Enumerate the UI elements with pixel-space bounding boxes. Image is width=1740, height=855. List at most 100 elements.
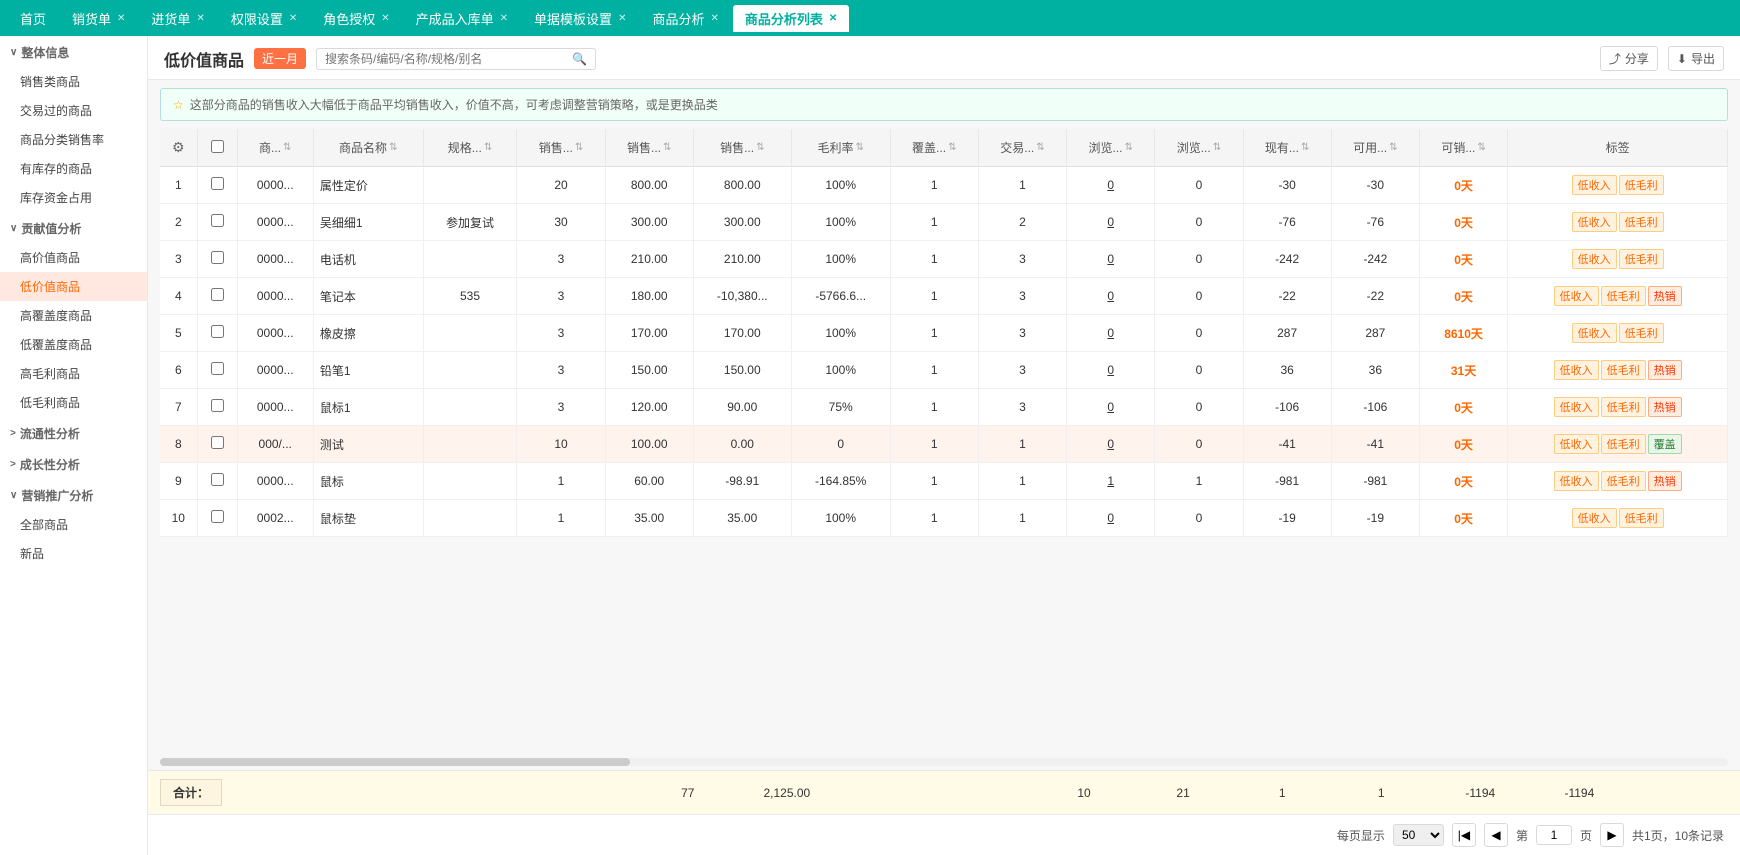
nav-item-权限设置[interactable]: 权限设置✕ bbox=[219, 5, 309, 32]
views1-link[interactable]: 0 bbox=[1107, 215, 1114, 229]
notice-bar: ☆ 这部分商品的销售收入大幅低于商品平均销售收入，价值不高，可考虑调整营销策略，… bbox=[160, 88, 1728, 121]
col-views2-sort[interactable]: 浏览...⇅ bbox=[1177, 139, 1221, 156]
nav-item-商品分析[interactable]: 商品分析✕ bbox=[640, 5, 730, 32]
col-code-sort[interactable]: 商...⇅ bbox=[259, 139, 291, 156]
row-checkbox[interactable] bbox=[211, 362, 224, 375]
sidebar-group-整体信息[interactable]: ∨整体信息 bbox=[0, 36, 147, 67]
next-page-button[interactable]: ▶ bbox=[1600, 823, 1624, 847]
row-checkbox[interactable] bbox=[211, 214, 224, 227]
col-available: 可用...⇅ bbox=[1331, 129, 1419, 167]
select-all-checkbox[interactable] bbox=[211, 140, 224, 153]
sidebar-item-交易过的商品[interactable]: 交易过的商品 bbox=[0, 96, 147, 125]
views1-link[interactable]: 1 bbox=[1107, 474, 1114, 488]
sidebar-item-高覆盖度商品[interactable]: 高覆盖度商品 bbox=[0, 301, 147, 330]
nav-close-权限设置[interactable]: ✕ bbox=[289, 13, 297, 24]
cell-coverage: 1 bbox=[890, 352, 978, 389]
page-size-select[interactable]: 50 100 200 bbox=[1393, 824, 1444, 846]
table-row: 70000...鼠标13120.0090.0075%1300-106-1060天… bbox=[160, 389, 1728, 426]
col-sales-qty: 销售...⇅ bbox=[517, 129, 605, 167]
row-checkbox[interactable] bbox=[211, 399, 224, 412]
row-checkbox[interactable] bbox=[211, 510, 224, 523]
share-label: 分享 bbox=[1625, 50, 1649, 67]
sidebar-item-高价值商品[interactable]: 高价值商品 bbox=[0, 243, 147, 272]
nav-close-商品分析列表[interactable]: ✕ bbox=[829, 13, 837, 24]
views1-link[interactable]: 0 bbox=[1107, 252, 1114, 266]
sidebar-item-全部商品[interactable]: 全部商品 bbox=[0, 510, 147, 539]
cell-available: -22 bbox=[1331, 278, 1419, 315]
nav-item-销货单[interactable]: 销货单✕ bbox=[60, 5, 137, 32]
horizontal-scrollbar[interactable] bbox=[160, 758, 1728, 766]
sidebar-item-库存资金占用[interactable]: 库存资金占用 bbox=[0, 183, 147, 212]
views1-link[interactable]: 0 bbox=[1107, 511, 1114, 525]
sidebar-item-销售类商品[interactable]: 销售类商品 bbox=[0, 67, 147, 96]
row-checkbox[interactable] bbox=[211, 251, 224, 264]
nav-item-产成品入库单[interactable]: 产成品入库单✕ bbox=[404, 5, 520, 32]
nav-close-产成品入库单[interactable]: ✕ bbox=[500, 13, 508, 24]
period-tag-button[interactable]: 近一月 bbox=[254, 48, 306, 69]
sidebar-item-新品[interactable]: 新品 bbox=[0, 539, 147, 568]
col-spec-sort[interactable]: 规格...⇅ bbox=[448, 139, 492, 156]
export-button[interactable]: ⬇ 导出 bbox=[1668, 46, 1724, 71]
sidebar-item-有库存的商品[interactable]: 有库存的商品 bbox=[0, 154, 147, 183]
views1-link[interactable]: 0 bbox=[1107, 178, 1114, 192]
views1-link[interactable]: 0 bbox=[1107, 437, 1114, 451]
nav-item-商品分析列表[interactable]: 商品分析列表✕ bbox=[733, 5, 849, 32]
sidebar-group-成长性分析[interactable]: >成长性分析 bbox=[0, 448, 147, 479]
sidebar-group-流通性分析[interactable]: >流通性分析 bbox=[0, 417, 147, 448]
sidebar-item-商品分类销售率[interactable]: 商品分类销售率 bbox=[0, 125, 147, 154]
col-margin-sort[interactable]: 毛利率⇅ bbox=[817, 139, 863, 156]
views1-link[interactable]: 0 bbox=[1107, 400, 1114, 414]
page-number-input[interactable] bbox=[1536, 825, 1572, 845]
nav-close-角色授权[interactable]: ✕ bbox=[381, 13, 389, 24]
views1-link[interactable]: 0 bbox=[1107, 326, 1114, 340]
cell-spec bbox=[423, 241, 517, 278]
sidebar-item-低价值商品[interactable]: 低价值商品 bbox=[0, 272, 147, 301]
nav-item-进货单[interactable]: 进货单✕ bbox=[139, 5, 216, 32]
tag-label: 低毛利 bbox=[1619, 212, 1664, 232]
row-checkbox[interactable] bbox=[211, 473, 224, 486]
col-coverage-sort[interactable]: 覆盖...⇅ bbox=[912, 139, 956, 156]
col-stock-sort[interactable]: 现有...⇅ bbox=[1265, 139, 1309, 156]
cell-checkbox bbox=[197, 463, 237, 500]
row-checkbox[interactable] bbox=[211, 325, 224, 338]
nav-close-商品分析[interactable]: ✕ bbox=[710, 13, 718, 24]
sidebar-group-贡献值分析[interactable]: ∨贡献值分析 bbox=[0, 212, 147, 243]
col-salesamt-sort[interactable]: 销售...⇅ bbox=[627, 139, 671, 156]
nav-item-单据模板设置[interactable]: 单据模板设置✕ bbox=[522, 5, 638, 32]
row-checkbox[interactable] bbox=[211, 288, 224, 301]
sidebar-item-高毛利商品[interactable]: 高毛利商品 bbox=[0, 359, 147, 388]
col-salesavg-sort[interactable]: 销售...⇅ bbox=[720, 139, 764, 156]
search-icon[interactable]: 🔍 bbox=[572, 52, 587, 66]
nav-item-角色授权[interactable]: 角色授权✕ bbox=[311, 5, 401, 32]
row-checkbox[interactable] bbox=[211, 436, 224, 449]
nav-close-进货单[interactable]: ✕ bbox=[196, 13, 204, 24]
cell-transactions: 3 bbox=[978, 389, 1066, 426]
row-checkbox[interactable] bbox=[211, 177, 224, 190]
first-page-button[interactable]: |◀ bbox=[1452, 823, 1476, 847]
cell-coverage: 1 bbox=[890, 500, 978, 537]
col-settings[interactable]: ⚙ bbox=[160, 129, 197, 167]
sidebar-item-低覆盖度商品[interactable]: 低覆盖度商品 bbox=[0, 330, 147, 359]
search-input[interactable] bbox=[325, 52, 572, 66]
share-button[interactable]: ⤴ 分享 bbox=[1600, 46, 1658, 71]
sidebar-item-低毛利商品[interactable]: 低毛利商品 bbox=[0, 388, 147, 417]
nav-item-首页[interactable]: 首页 bbox=[8, 5, 58, 32]
prev-page-button[interactable]: ◀ bbox=[1484, 823, 1508, 847]
views1-link[interactable]: 0 bbox=[1107, 289, 1114, 303]
col-views1-sort[interactable]: 浏览...⇅ bbox=[1088, 139, 1132, 156]
col-name-sort[interactable]: 商品名称⇅ bbox=[339, 139, 397, 156]
total-records: 共1页，10条记录 bbox=[1632, 827, 1724, 844]
cell-current-stock: -22 bbox=[1243, 278, 1331, 315]
col-saleable-sort[interactable]: 可销...⇅ bbox=[1441, 139, 1485, 156]
scroll-thumb[interactable] bbox=[160, 758, 630, 766]
cell-gross-margin: 0 bbox=[791, 426, 890, 463]
col-salesqty-sort[interactable]: 销售...⇅ bbox=[539, 139, 583, 156]
settings-icon-button[interactable]: ⚙ bbox=[166, 137, 191, 158]
nav-close-单据模板设置[interactable]: ✕ bbox=[618, 13, 626, 24]
views1-link[interactable]: 0 bbox=[1107, 363, 1114, 377]
cell-views1: 0 bbox=[1067, 389, 1155, 426]
sidebar-group-营销推广分析[interactable]: ∨营销推广分析 bbox=[0, 479, 147, 510]
col-avail-sort[interactable]: 可用...⇅ bbox=[1353, 139, 1397, 156]
col-trans-sort[interactable]: 交易...⇅ bbox=[1000, 139, 1044, 156]
nav-close-销货单[interactable]: ✕ bbox=[117, 13, 125, 24]
